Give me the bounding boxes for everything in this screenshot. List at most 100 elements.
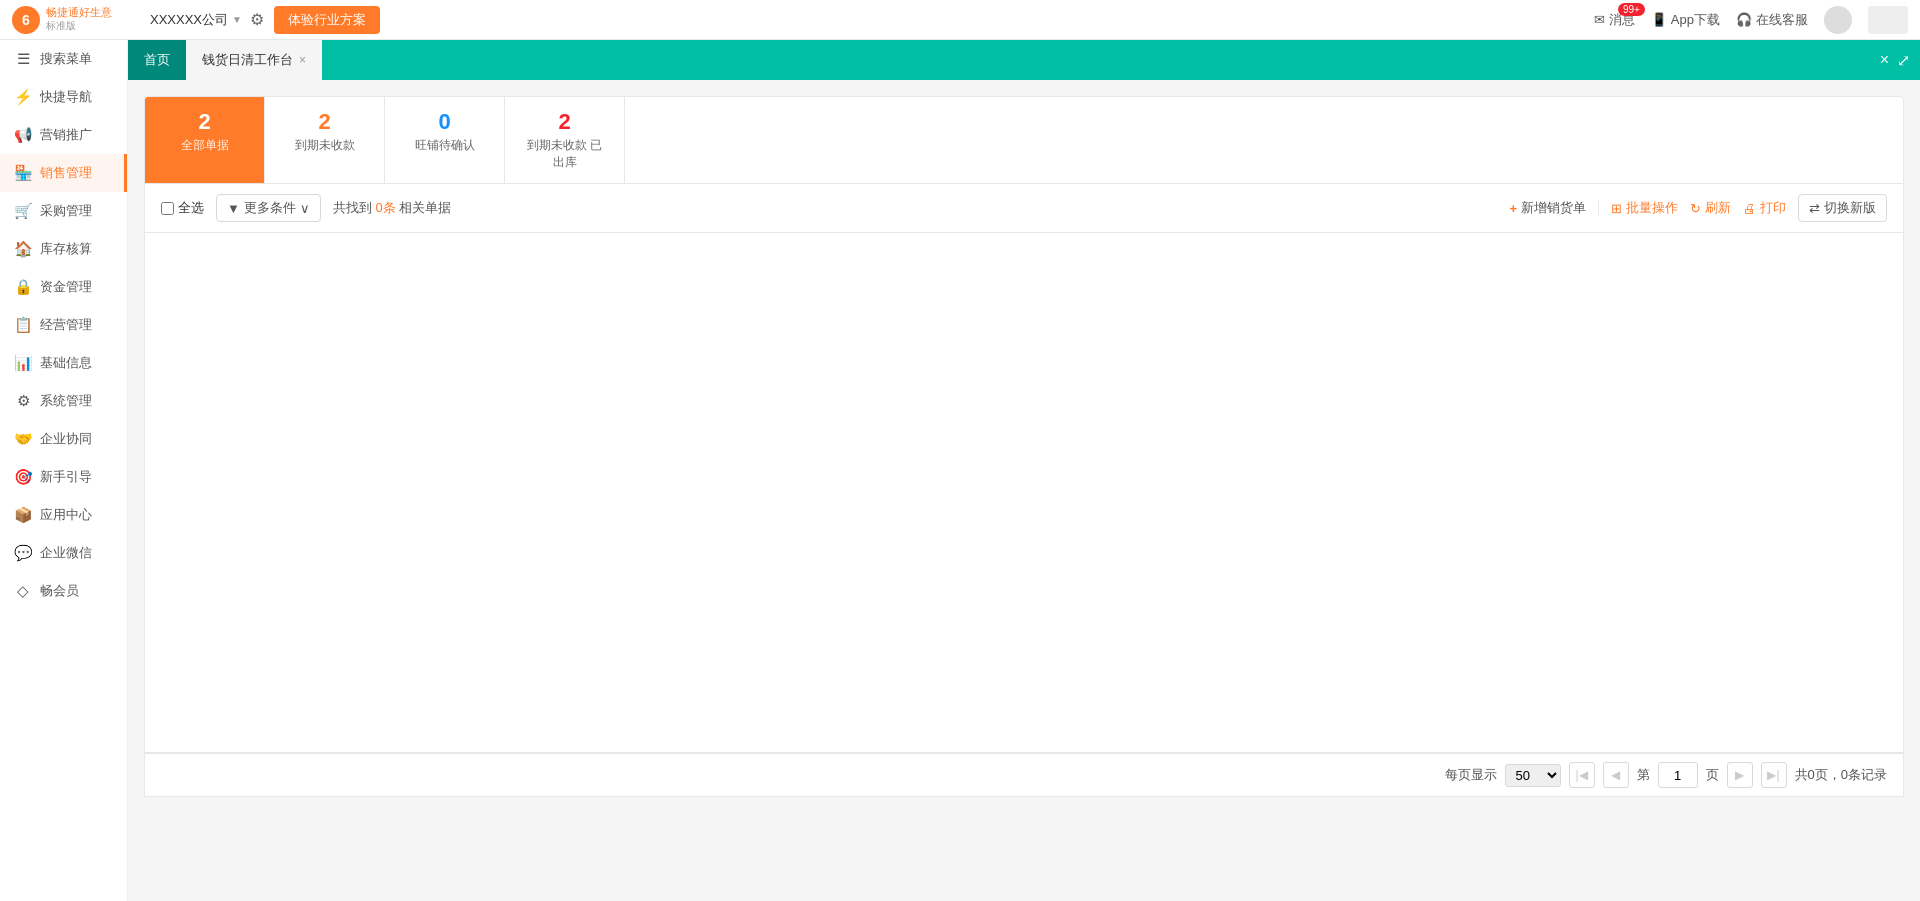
sidebar-label-6: 资金管理 bbox=[40, 278, 92, 296]
sidebar-icon-12: 📦 bbox=[14, 506, 32, 524]
select-all-label: 全选 bbox=[178, 199, 204, 217]
prev-page-button[interactable]: ◀ bbox=[1603, 762, 1629, 788]
toolbar-right: + 新增销货单 ⊞ 批量操作 ↻ 刷新 🖨 打印 ⇄ 切换新版 bbox=[1509, 194, 1887, 222]
app-download-label: App下载 bbox=[1671, 11, 1720, 29]
sidebar-icon-5: 🏠 bbox=[14, 240, 32, 258]
stat-num-2: 0 bbox=[401, 109, 488, 135]
sidebar-item-0[interactable]: ☰搜索菜单 bbox=[0, 40, 127, 78]
new-btn-label: 新增销货单 bbox=[1521, 199, 1586, 217]
sidebar-label-0: 搜索菜单 bbox=[40, 50, 92, 68]
tab-bar-right: × ⤢ bbox=[1880, 51, 1920, 70]
stat-tab-3[interactable]: 2到期未收款 已出库 bbox=[505, 97, 625, 183]
plus-icon: + bbox=[1509, 201, 1517, 216]
sidebar-item-6[interactable]: 🔒资金管理 bbox=[0, 268, 127, 306]
refresh-button[interactable]: ↻ 刷新 bbox=[1690, 199, 1731, 217]
stat-label-0: 全部单据 bbox=[161, 137, 248, 154]
close-window-icon[interactable]: × bbox=[1880, 51, 1889, 69]
print-button[interactable]: 🖨 打印 bbox=[1743, 199, 1786, 217]
company-selector[interactable]: XXXXXX公司 ▼ bbox=[150, 11, 242, 29]
last-page-button[interactable]: ▶| bbox=[1761, 762, 1787, 788]
page-input[interactable] bbox=[1658, 762, 1698, 788]
stat-tab-2[interactable]: 0旺铺待确认 bbox=[385, 97, 505, 183]
tab-qianhuoriqing[interactable]: 钱货日清工作台 × bbox=[186, 40, 322, 80]
company-name: XXXXXX公司 bbox=[150, 11, 228, 29]
sidebar-label-11: 新手引导 bbox=[40, 468, 92, 486]
sidebar-item-13[interactable]: 💬 企业微信 bbox=[0, 534, 127, 572]
batch-button[interactable]: ⊞ 批量操作 bbox=[1611, 199, 1678, 217]
settings-icon[interactable]: ⚙ bbox=[250, 10, 264, 29]
expand-window-icon[interactable]: ⤢ bbox=[1897, 51, 1910, 70]
page-label: 第 bbox=[1637, 766, 1650, 784]
toolbar: 全选 ▼ 更多条件 ∨ 共找到 0条 相关单据 + 新增销货单 ⊞ 批量操作 ↻ bbox=[144, 184, 1904, 233]
sidebar-item-12[interactable]: 📦 应用中心 bbox=[0, 496, 127, 534]
stats-tabs: 2全部单据2到期未收款0旺铺待确认2到期未收款 已出库 bbox=[144, 96, 1904, 184]
sidebar-label-2: 营销推广 bbox=[40, 126, 92, 144]
sidebar-item-9[interactable]: ⚙系统管理 bbox=[0, 382, 127, 420]
sidebar-item-5[interactable]: 🏠库存核算 bbox=[0, 230, 127, 268]
sidebar-item-8[interactable]: 📊 基础信息 bbox=[0, 344, 127, 382]
refresh-icon: ↻ bbox=[1690, 201, 1701, 216]
logo-sub: 标准版 bbox=[46, 19, 112, 33]
sidebar-item-4[interactable]: 🛒采购管理 bbox=[0, 192, 127, 230]
stat-tab-0[interactable]: 2全部单据 bbox=[145, 97, 265, 183]
tab-home[interactable]: 首页 bbox=[128, 40, 186, 80]
online-service-item[interactable]: 🎧 在线客服 bbox=[1736, 11, 1808, 29]
sidebar-label-10: 企业协同 bbox=[40, 430, 92, 448]
online-service-label: 在线客服 bbox=[1756, 11, 1808, 29]
trial-button[interactable]: 体验行业方案 bbox=[274, 6, 380, 34]
sidebar-icon-8: 📊 bbox=[14, 354, 32, 372]
company-chevron: ▼ bbox=[232, 14, 242, 25]
sidebar-icon-11: 🎯 bbox=[14, 468, 32, 486]
stat-num-3: 2 bbox=[521, 109, 608, 135]
sidebar-icon-13: 💬 bbox=[14, 544, 32, 562]
select-all-input[interactable] bbox=[161, 202, 174, 215]
filter-button[interactable]: ▼ 更多条件 ∨ bbox=[216, 194, 321, 222]
avatar[interactable] bbox=[1824, 6, 1852, 34]
sidebar-item-2[interactable]: 📢营销推广 bbox=[0, 116, 127, 154]
filter-label: 更多条件 bbox=[244, 199, 296, 217]
print-icon: 🖨 bbox=[1743, 201, 1756, 216]
switch-version-button[interactable]: ⇄ 切换新版 bbox=[1798, 194, 1887, 222]
sidebar-label-1: 快捷导航 bbox=[40, 88, 92, 106]
sidebar-icon-10: 🤝 bbox=[14, 430, 32, 448]
sidebar-item-10[interactable]: 🤝 企业协同 bbox=[0, 420, 127, 458]
tab-close-icon[interactable]: × bbox=[299, 53, 306, 67]
print-label: 打印 bbox=[1760, 199, 1786, 217]
sidebar-item-11[interactable]: 🎯 新手引导 bbox=[0, 458, 127, 496]
stat-tab-1[interactable]: 2 到期未收款 bbox=[265, 97, 385, 183]
sidebar-icon-9: ⚙ bbox=[14, 392, 32, 410]
sidebar-item-1[interactable]: ⚡快捷导航 bbox=[0, 78, 127, 116]
logo-icon: 6 bbox=[12, 6, 40, 34]
sidebar-icon-7: 📋 bbox=[14, 316, 32, 334]
next-page-button[interactable]: ▶ bbox=[1727, 762, 1753, 788]
stat-label-3: 到期未收款 已出库 bbox=[521, 137, 608, 171]
sidebar-item-14[interactable]: ◇ 畅会员 bbox=[0, 572, 127, 610]
new-sale-button[interactable]: + 新增销货单 bbox=[1509, 199, 1586, 217]
app-download-item[interactable]: 📱 App下载 bbox=[1651, 11, 1720, 29]
sidebar: ☰搜索菜单⚡快捷导航📢营销推广🏪销售管理🛒采购管理🏠库存核算🔒资金管理 📋 经营管理… bbox=[0, 40, 128, 901]
sidebar-label-12: 应用中心 bbox=[40, 506, 92, 524]
header-right: ✉ 消息 99+ 📱 App下载 🎧 在线客服 bbox=[1594, 6, 1908, 34]
sidebar-label-14: 畅会员 bbox=[40, 582, 79, 600]
select-all-checkbox[interactable]: 全选 bbox=[161, 199, 204, 217]
sidebar-label-3: 销售管理 bbox=[40, 164, 92, 182]
table-area bbox=[144, 233, 1904, 753]
sidebar-label-8: 基础信息 bbox=[40, 354, 92, 372]
sidebar-label-13: 企业微信 bbox=[40, 544, 92, 562]
stat-label-1: 到期未收款 bbox=[281, 137, 368, 154]
filter-icon: ▼ bbox=[227, 201, 240, 216]
batch-label: 批量操作 bbox=[1626, 199, 1678, 217]
per-page-select[interactable]: 50 10 20 100 bbox=[1505, 764, 1561, 787]
messages-item[interactable]: ✉ 消息 99+ bbox=[1594, 11, 1635, 29]
first-page-button[interactable]: |◀ bbox=[1569, 762, 1595, 788]
headset-icon: 🎧 bbox=[1736, 12, 1752, 27]
sidebar-icon-14: ◇ bbox=[14, 582, 32, 600]
sidebar-item-7[interactable]: 📋 经营管理 bbox=[0, 306, 127, 344]
stat-num-1: 2 bbox=[281, 109, 368, 135]
user-name[interactable] bbox=[1868, 6, 1908, 34]
tab-qianhuoriqing-label: 钱货日清工作台 bbox=[202, 51, 293, 69]
message-icon: ✉ bbox=[1594, 12, 1605, 27]
sidebar-item-3[interactable]: 🏪销售管理 bbox=[0, 154, 127, 192]
sidebar-label-7: 经营管理 bbox=[40, 316, 92, 334]
page-summary: 共0页，0条记录 bbox=[1795, 766, 1887, 784]
